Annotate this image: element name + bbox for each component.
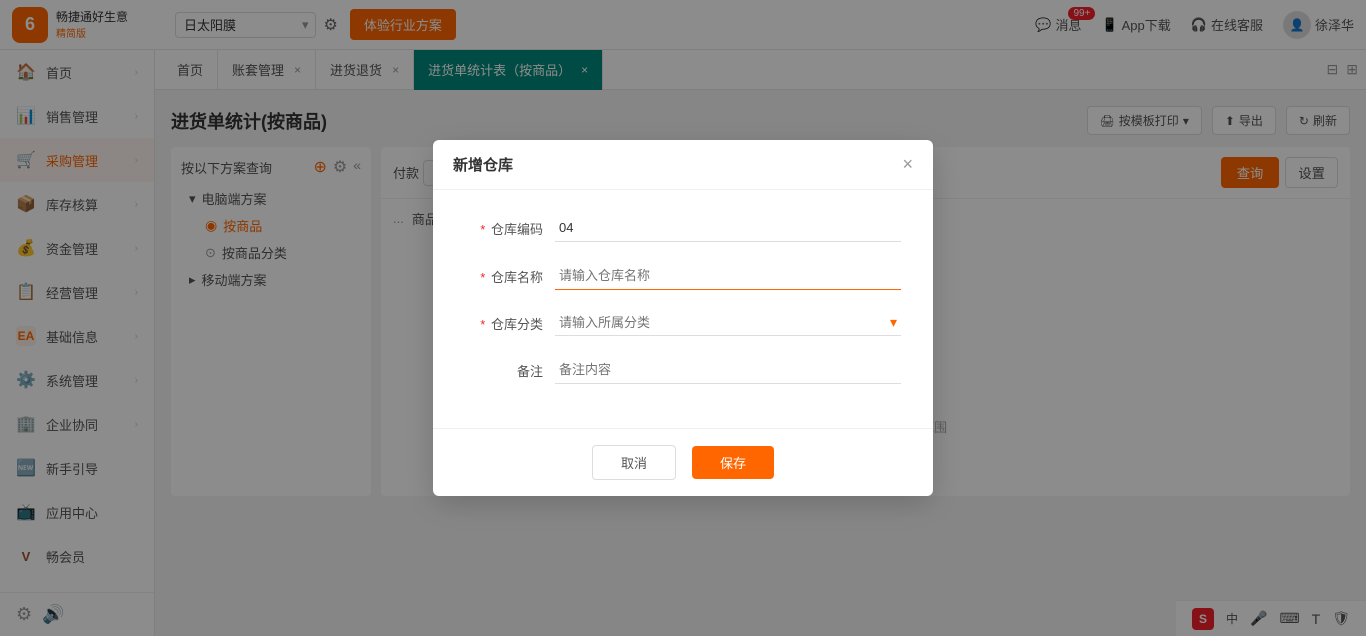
category-select-wrap[interactable]: ▾ bbox=[555, 310, 901, 336]
modal-header: 新增仓库 × bbox=[433, 140, 933, 190]
cancel-button[interactable]: 取消 bbox=[592, 445, 676, 480]
modal-close-icon[interactable]: × bbox=[902, 154, 913, 175]
name-input[interactable] bbox=[555, 262, 901, 290]
add-warehouse-modal: 新增仓库 × * 仓库编码 * 仓库名称 bbox=[433, 140, 933, 496]
modal-footer: 取消 保存 bbox=[433, 428, 933, 496]
modal-overlay[interactable]: 新增仓库 × * 仓库编码 * 仓库名称 bbox=[0, 0, 1366, 636]
code-field-row: * 仓库编码 bbox=[465, 214, 901, 242]
remark-field-row: 备注 bbox=[465, 356, 901, 384]
save-button[interactable]: 保存 bbox=[692, 446, 774, 479]
name-field-row: * 仓库名称 bbox=[465, 262, 901, 290]
category-field-row: * 仓库分类 ▾ bbox=[465, 310, 901, 336]
modal-body: * 仓库编码 * 仓库名称 * 仓库分类 bbox=[433, 190, 933, 428]
remark-label: 备注 bbox=[465, 361, 555, 380]
modal-title: 新增仓库 bbox=[453, 154, 513, 175]
code-label: * 仓库编码 bbox=[465, 219, 555, 238]
dropdown-icon[interactable]: ▾ bbox=[890, 314, 897, 331]
code-input[interactable] bbox=[555, 214, 901, 242]
remark-input[interactable] bbox=[555, 356, 901, 384]
category-label: * 仓库分类 bbox=[465, 314, 555, 333]
name-label: * 仓库名称 bbox=[465, 267, 555, 286]
category-input[interactable] bbox=[559, 315, 890, 330]
